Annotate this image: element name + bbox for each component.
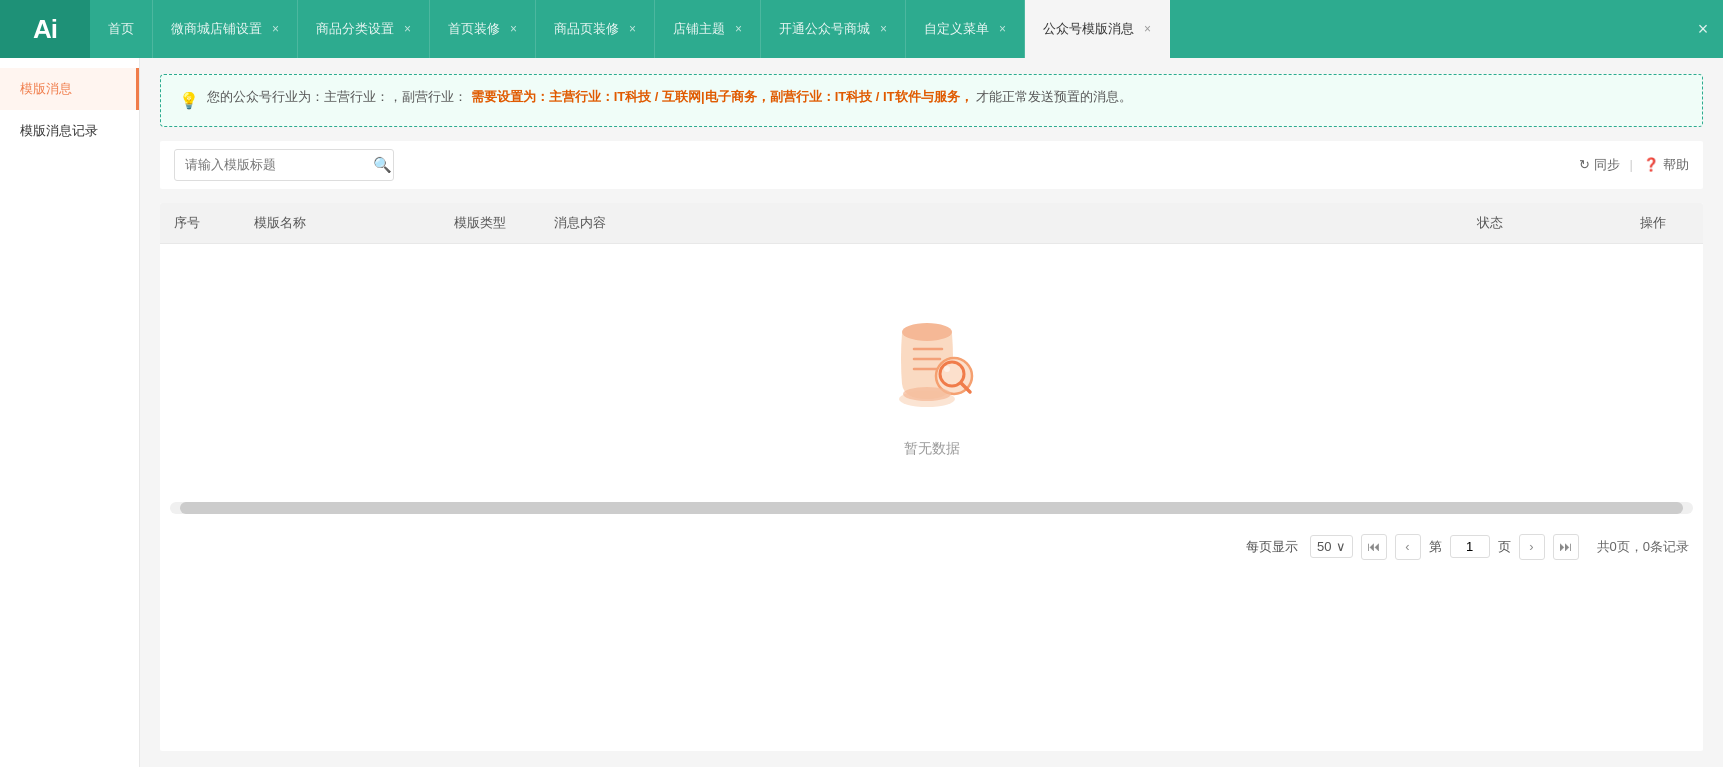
notice-highlight: 需要设置为：主营行业：IT科技 / 互联网|电子商务，副营行业：IT科技 / I… [471,89,973,104]
first-page-button[interactable]: ⏮ [1361,534,1387,560]
top-navigation: Ai 首页微商城店铺设置×商品分类设置×首页装修×商品页装修×店铺主题×开通公众… [0,0,1723,58]
sidebar: 模版消息模版消息记录 [0,58,140,767]
col-content: 消息内容 [540,203,1463,244]
horizontal-scrollbar[interactable] [170,502,1693,514]
close-tab-icon[interactable]: × [735,22,742,36]
table-body: 暂无数据 [160,243,1703,498]
close-tab-icon[interactable]: × [880,22,887,36]
notice-text: 您的公众号行业为：主营行业：，副营行业： 需要设置为：主营行业：IT科技 / 互… [207,87,1132,108]
search-input[interactable] [175,151,363,178]
empty-cell: 暂无数据 [160,243,1703,498]
help-button[interactable]: ❓ 帮助 [1643,156,1689,174]
svg-point-9 [903,387,951,401]
sync-button[interactable]: ↻ 同步 [1579,156,1620,174]
prev-page-button[interactable]: ‹ [1395,534,1421,560]
nav-tab-product-decor[interactable]: 商品页装修 × [536,0,655,58]
notice-banner: 💡 您的公众号行业为：主营行业：，副营行业： 需要设置为：主营行业：IT科技 /… [160,74,1703,127]
nav-tab-homepage-decor[interactable]: 首页装修 × [430,0,536,58]
close-tab-icon[interactable]: × [999,22,1006,36]
empty-illustration [872,304,992,424]
help-icon: ❓ [1643,157,1659,172]
data-table: 序号 模版名称 模版类型 消息内容 状态 操作 [160,203,1703,498]
nav-tab-store-theme[interactable]: 店铺主题 × [655,0,761,58]
data-table-wrap: 序号 模版名称 模版类型 消息内容 状态 操作 [160,203,1703,751]
col-status: 状态 [1463,203,1603,244]
toolbar: 🔍 ↻ 同步 | ❓ 帮助 [160,141,1703,189]
page-label: 页 [1498,538,1511,556]
nav-tab-open-mall[interactable]: 开通公众号商城 × [761,0,906,58]
chevron-down-icon: ∨ [1336,539,1346,554]
nav-tab-label: 公众号模版消息 [1043,20,1134,38]
nav-tab-label: 店铺主题 [673,20,725,38]
per-page-label: 每页显示 [1246,538,1298,556]
app-logo: Ai [0,0,90,58]
nav-tab-template-msg[interactable]: 公众号模版消息 × [1025,0,1170,58]
per-page-select[interactable]: 50 ∨ [1310,535,1352,558]
bulb-icon: 💡 [179,88,199,114]
table-header: 序号 模版名称 模版类型 消息内容 状态 操作 [160,203,1703,244]
close-all-button[interactable]: × [1683,0,1723,58]
close-tab-icon[interactable]: × [272,22,279,36]
toolbar-right: ↻ 同步 | ❓ 帮助 [1579,156,1689,174]
search-button[interactable]: 🔍 [363,150,394,180]
sidebar-item-template-msg-record[interactable]: 模版消息记录 [0,110,139,152]
nav-tab-label: 自定义菜单 [924,20,989,38]
toolbar-divider: | [1630,157,1633,172]
nav-tabs: 首页微商城店铺设置×商品分类设置×首页装修×商品页装修×店铺主题×开通公众号商城… [90,0,1683,58]
main-layout: 模版消息模版消息记录 💡 您的公众号行业为：主营行业：，副营行业： 需要设置为：… [0,58,1723,767]
nav-tab-label: 微商城店铺设置 [171,20,262,38]
col-action: 操作 [1603,203,1703,244]
scrollbar-container[interactable] [160,498,1703,526]
close-tab-icon[interactable]: × [629,22,636,36]
search-box: 🔍 [174,149,394,181]
nav-tab-wechat-shop[interactable]: 微商城店铺设置 × [153,0,298,58]
nav-tab-label: 商品分类设置 [316,20,394,38]
scrollbar-thumb [180,502,1683,514]
sync-icon: ↻ [1579,157,1590,172]
col-type: 模版类型 [440,203,540,244]
sidebar-item-template-msg[interactable]: 模版消息 [0,68,139,110]
col-seq: 序号 [160,203,240,244]
last-page-button[interactable]: ⏭ [1553,534,1579,560]
page-input[interactable] [1450,535,1490,558]
close-tab-icon[interactable]: × [510,22,517,36]
next-page-button[interactable]: › [1519,534,1545,560]
nav-tab-label: 商品页装修 [554,20,619,38]
nav-tab-label: 开通公众号商城 [779,20,870,38]
nav-tab-label: 首页装修 [448,20,500,38]
pagination: 每页显示 50 ∨ ⏮ ‹ 第 页 › ⏭ 共0页，0条记录 [160,526,1703,572]
svg-point-1 [902,323,952,341]
close-tab-icon[interactable]: × [404,22,411,36]
empty-text: 暂无数据 [904,440,960,458]
close-tab-icon[interactable]: × [1144,22,1151,36]
page-di-label: 第 [1429,538,1442,556]
content-area: 💡 您的公众号行业为：主营行业：，副营行业： 需要设置为：主营行业：IT科技 /… [140,58,1723,767]
total-info: 共0页，0条记录 [1597,538,1689,556]
nav-tab-custom-menu[interactable]: 自定义菜单 × [906,0,1025,58]
col-name: 模版名称 [240,203,440,244]
nav-tab-category[interactable]: 商品分类设置 × [298,0,430,58]
nav-tab-home[interactable]: 首页 [90,0,153,58]
nav-tab-label: 首页 [108,20,134,38]
svg-point-8 [944,366,950,372]
empty-state: 暂无数据 [160,244,1703,498]
